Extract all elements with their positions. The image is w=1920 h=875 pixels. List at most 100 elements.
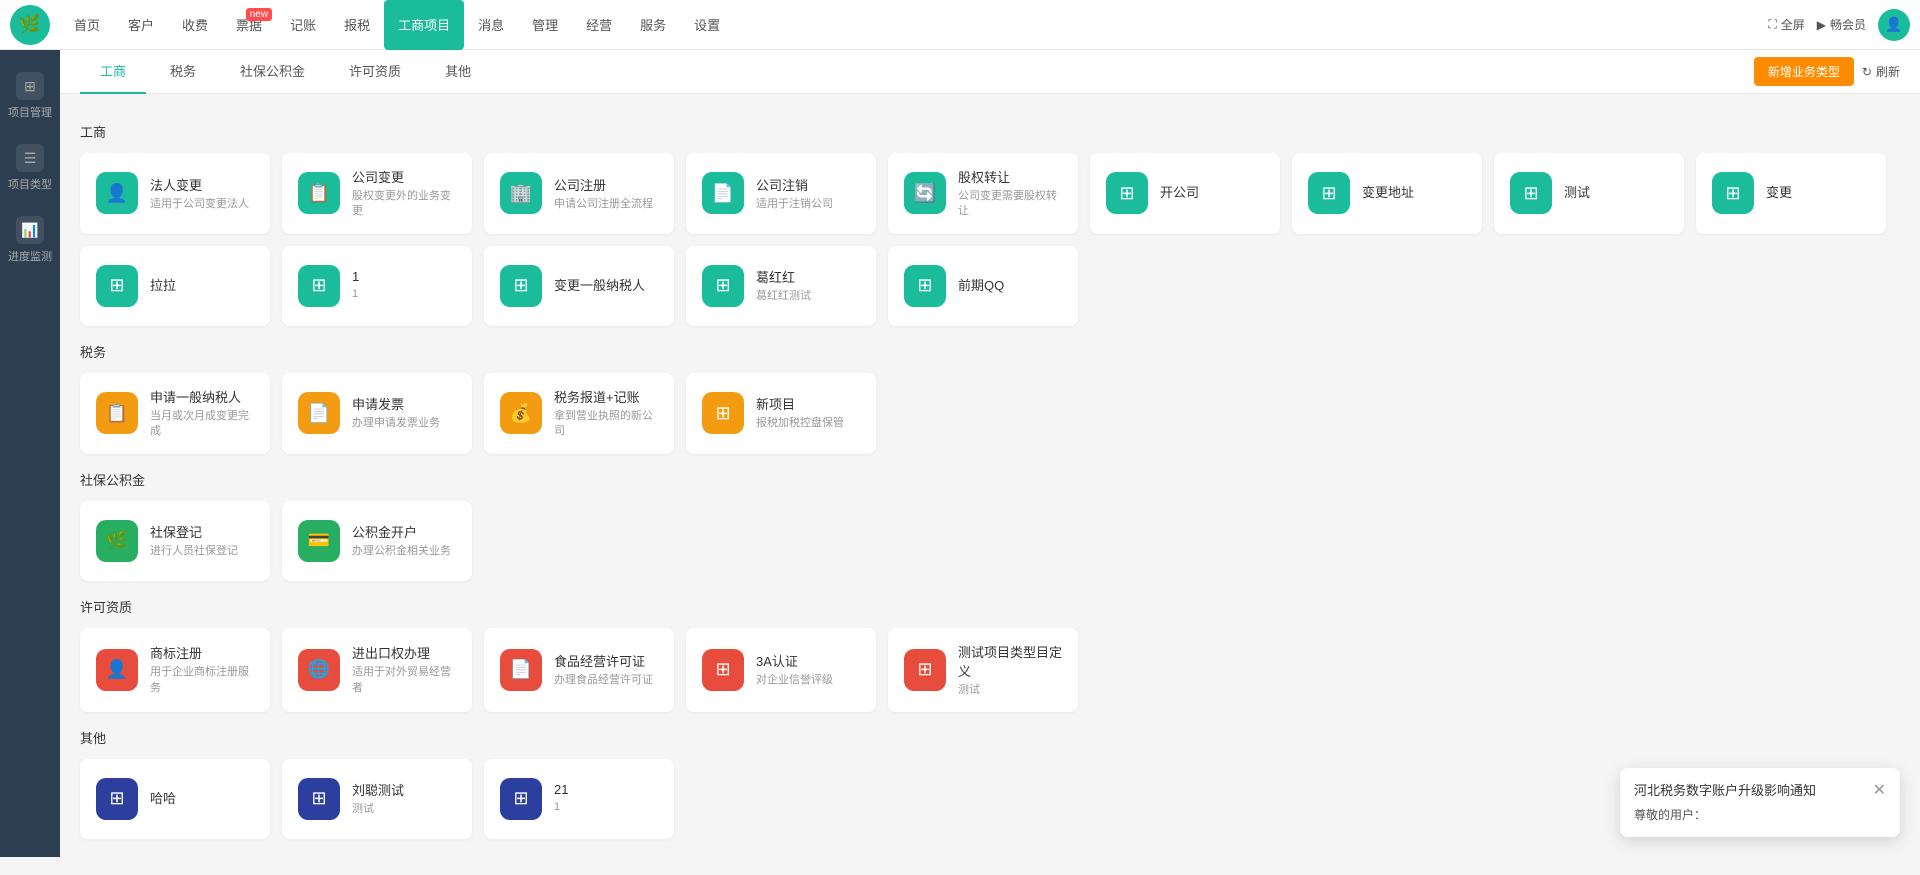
card-desc: 进行人员社保登记 (150, 544, 238, 559)
card-ceshi[interactable]: ⊞ 测试 (1494, 153, 1684, 234)
card-title: 公司注册 (554, 175, 653, 194)
card-title: 变更地址 (1362, 182, 1414, 201)
card-title: 测试 (1564, 182, 1590, 201)
card-title: 变更 (1766, 182, 1792, 201)
sub-tabs: 工商 税务 社保公积金 许可资质 其他 (80, 50, 1754, 94)
avatar[interactable]: 👤 (1878, 9, 1910, 41)
tab-qita[interactable]: 其他 (425, 50, 491, 94)
new-type-button[interactable]: 新增业务类型 (1754, 57, 1854, 86)
sidebar-item-project-type[interactable]: ☰ 项目类型 (0, 132, 60, 204)
card-desc: 办理申请发票业务 (352, 416, 440, 431)
card-shuiwu-baodao[interactable]: 💰 税务报道+记账 拿到营业执照的新公司 (484, 373, 674, 454)
section-title-gongshang: 工商 (80, 122, 1900, 141)
card-title: 申请发票 (352, 394, 440, 413)
section-title-xuke: 许可资质 (80, 597, 1900, 616)
card-gongjijin-kaihu[interactable]: 💳 公积金开户 办理公积金相关业务 (282, 501, 472, 581)
card-title: 测试项目类型目定义 (958, 642, 1062, 680)
sidebar-item-project-manage[interactable]: ⊞ 项目管理 (0, 60, 60, 132)
nav-operate[interactable]: 经营 (572, 0, 626, 50)
card-desc: 申请公司注册全流程 (554, 197, 653, 212)
card-biangeng-dizhi[interactable]: ⊞ 变更地址 (1292, 153, 1482, 234)
notification-popup: 河北税务数字账户升级影响通知 ✕ 尊敬的用户： (1620, 768, 1900, 837)
nav-message[interactable]: 消息 (464, 0, 518, 50)
card-nashuiren[interactable]: 📋 申请一般纳税人 当月或次月成变更完成 (80, 373, 270, 454)
tab-gongshang[interactable]: 工商 (80, 50, 146, 94)
nav-bizproject[interactable]: 工商项目 (384, 0, 464, 50)
card-fapiao[interactable]: 📄 申请发票 办理申请发票业务 (282, 373, 472, 454)
card-desc: 1 (554, 800, 568, 815)
shuiwu-cards: 📋 申请一般纳税人 当月或次月成变更完成 📄 申请发票 办理申请发票业务 💰 税… (80, 373, 1900, 454)
card-guquan-zhuanrang[interactable]: 🔄 股权转让 公司变更需要股权转让 (888, 153, 1078, 234)
shebao-cards: 🌿 社保登记 进行人员社保登记 💳 公积金开户 办理公积金相关业务 (80, 501, 1900, 581)
card-shangbiao[interactable]: 👤 商标注册 用于企业商标注册服务 (80, 628, 270, 712)
card-lala[interactable]: ⊞ 拉拉 (80, 246, 270, 326)
main-content: 工商 税务 社保公积金 许可资质 其他 新增业务类型 ↻ 刷新 工商 👤 法人变… (60, 50, 1920, 875)
card-title: 社保登记 (150, 522, 238, 541)
nav-manage[interactable]: 管理 (518, 0, 572, 50)
card-liucong-ceshi[interactable]: ⊞ 刘聪测试 测试 (282, 759, 472, 839)
card-1[interactable]: ⊞ 1 1 (282, 246, 472, 326)
haha-icon: ⊞ (96, 778, 138, 820)
section-title-shebao: 社保公积金 (80, 470, 1900, 489)
card-jinchukouquan[interactable]: 🌐 进出口权办理 适用于对外贸易经营者 (282, 628, 472, 712)
card-haha[interactable]: ⊞ 哈哈 (80, 759, 270, 839)
test-icon: ⊞ (1510, 172, 1552, 214)
nav-right: ⛶ 全屏 ▶ 畅会员 👤 (1768, 9, 1910, 41)
nav-customer[interactable]: 客户 (114, 0, 168, 50)
card-gehonghong[interactable]: ⊞ 葛红红 葛红红测试 (686, 246, 876, 326)
fullscreen-btn[interactable]: ⛶ 全屏 (1768, 16, 1804, 33)
card-title: 3A认证 (756, 651, 833, 670)
card-desc: 用于企业商标注册服务 (150, 665, 254, 696)
content-area: 工商 👤 法人变更 适用于公司变更法人 📋 公司变更 股权变更外的业务变更 🏢 (60, 94, 1920, 875)
tab-shebao[interactable]: 社保公积金 (220, 50, 325, 94)
shebao-icon: 🌿 (96, 520, 138, 562)
notification-close-button[interactable]: ✕ (1873, 780, 1886, 800)
card-biangeng-nashuiren[interactable]: ⊞ 变更一般纳税人 (484, 246, 674, 326)
card-kai-gongsi[interactable]: ⊞ 开公司 (1090, 153, 1280, 234)
nav-accounting[interactable]: 记账 (276, 0, 330, 50)
change-icon2: ⊞ (1712, 172, 1754, 214)
nav-tax[interactable]: 报税 (330, 0, 384, 50)
card-title: 新项目 (756, 394, 844, 413)
new-badge: new (246, 8, 272, 21)
card-gongsi-zhuxiao[interactable]: 📄 公司注销 适用于注销公司 (686, 153, 876, 234)
tab-xuke[interactable]: 许可资质 (329, 50, 421, 94)
refresh-button[interactable]: ↻ 刷新 (1862, 63, 1900, 80)
lala-icon: ⊞ (96, 265, 138, 307)
card-3a-renzheng[interactable]: ⊞ 3A认证 对企业信誉评级 (686, 628, 876, 712)
card-ceshi-type[interactable]: ⊞ 测试项目类型目定义 测试 (888, 628, 1078, 712)
tax-report-icon: 💰 (500, 392, 542, 434)
list-icon: ☰ (16, 144, 44, 172)
open-company-icon: ⊞ (1106, 172, 1148, 214)
card-desc: 股权变更外的业务变更 (352, 189, 456, 220)
sidebar-item-progress[interactable]: 📊 进度监测 (0, 204, 60, 276)
nav-service[interactable]: 服务 (626, 0, 680, 50)
card-qianqi-qq[interactable]: ⊞ 前期QQ (888, 246, 1078, 326)
card-shebao-dengji[interactable]: 🌿 社保登记 进行人员社保登记 (80, 501, 270, 581)
cert-icon: ⊞ (702, 649, 744, 691)
card-title: 1 (352, 269, 359, 284)
card-title: 变更一般纳税人 (554, 275, 645, 294)
card-desc: 办理食品经营许可证 (554, 673, 653, 688)
card-gongsi-zhuce[interactable]: 🏢 公司注册 申请公司注册全流程 (484, 153, 674, 234)
nav-ticket[interactable]: 票据 new (222, 0, 276, 50)
card-desc: 适用于注销公司 (756, 197, 833, 212)
vip-btn[interactable]: ▶ 畅会员 (1817, 16, 1866, 33)
notification-content: 尊敬的用户： (1634, 806, 1886, 825)
card-biangeng2[interactable]: ⊞ 变更 (1696, 153, 1886, 234)
nav-fee[interactable]: 收费 (168, 0, 222, 50)
tab-shuiwu[interactable]: 税务 (150, 50, 216, 94)
refresh-icon: ↻ (1862, 65, 1872, 79)
card-new-project[interactable]: ⊞ 新项目 报税加税控盘保管 (686, 373, 876, 454)
card-21[interactable]: ⊞ 21 1 (484, 759, 674, 839)
card-faren-biangeng[interactable]: 👤 法人变更 适用于公司变更法人 (80, 153, 270, 234)
nav-settings[interactable]: 设置 (680, 0, 734, 50)
card-gongsi-biangeng[interactable]: 📋 公司变更 股权变更外的业务变更 (282, 153, 472, 234)
fund-icon: 💳 (298, 520, 340, 562)
twentyone-icon: ⊞ (500, 778, 542, 820)
nav-home[interactable]: 首页 (60, 0, 114, 50)
card-title: 申请一般纳税人 (150, 387, 254, 406)
food-icon: 📄 (500, 649, 542, 691)
card-desc: 测试 (352, 802, 404, 817)
card-shipin-xuke[interactable]: 📄 食品经营许可证 办理食品经营许可证 (484, 628, 674, 712)
